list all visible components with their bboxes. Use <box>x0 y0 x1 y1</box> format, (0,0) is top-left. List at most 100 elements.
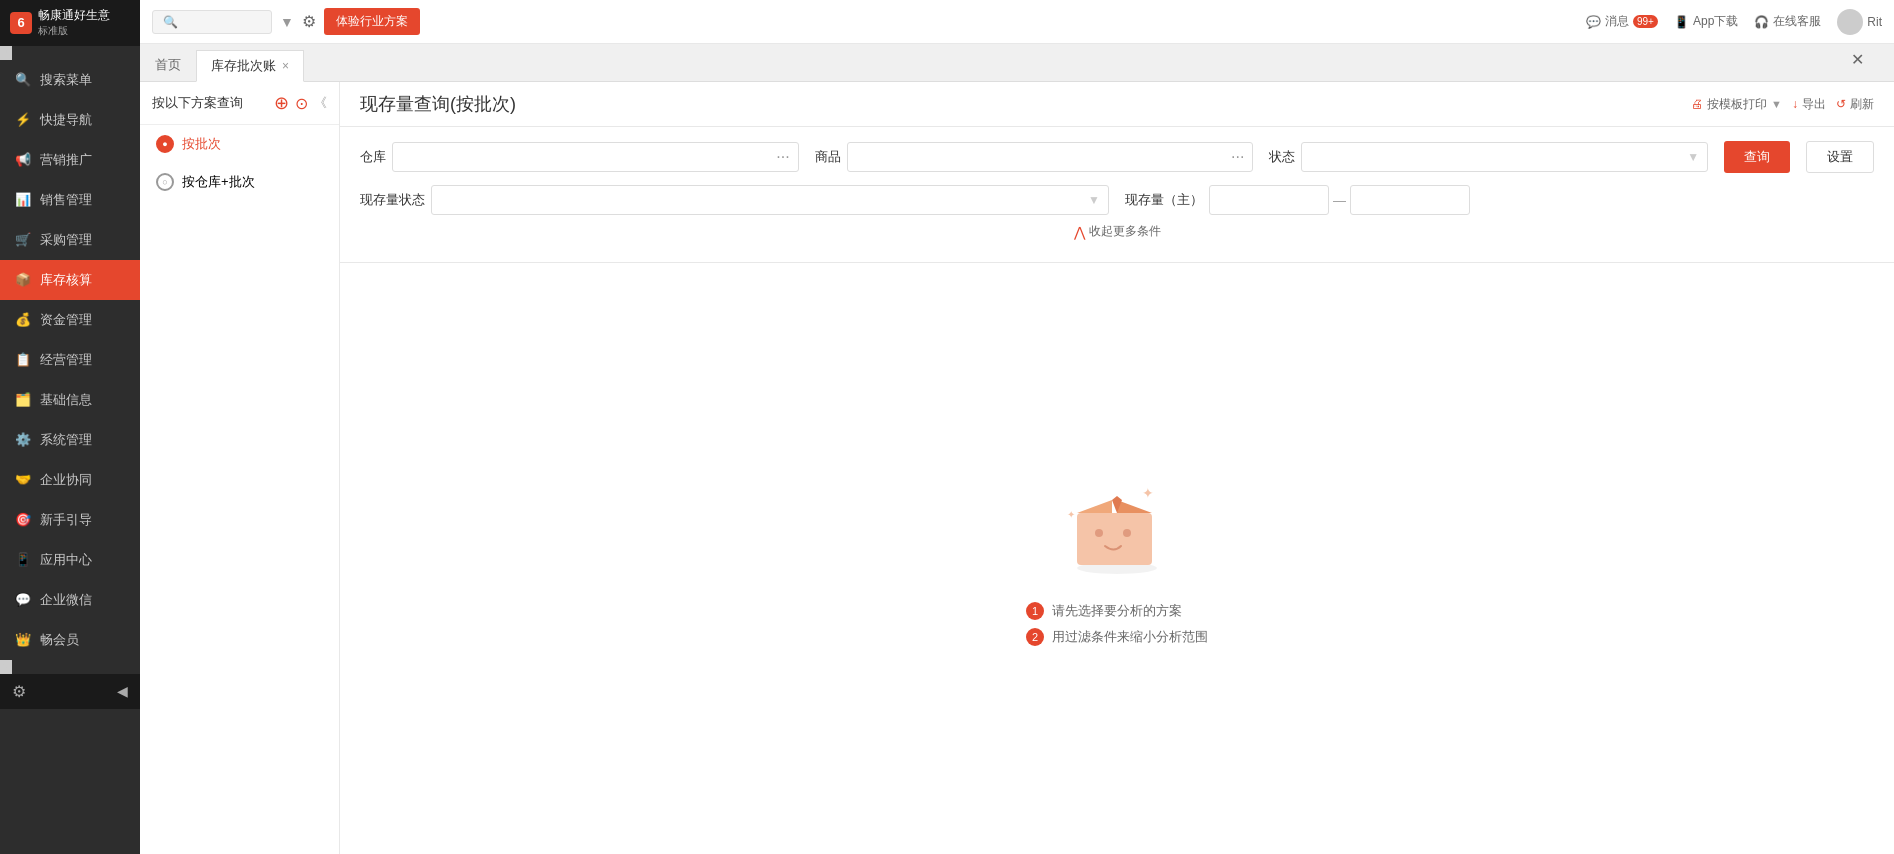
sidebar-item-search[interactable]: 🔍 搜索菜单 <box>0 60 140 100</box>
query-button[interactable]: 查询 <box>1724 141 1790 173</box>
plan-icon-warehouse-batch: ○ <box>156 173 174 191</box>
sidebar-item-collab[interactable]: 🤝 企业协同 <box>0 460 140 500</box>
refresh-button[interactable]: ↺ 刷新 <box>1836 96 1874 113</box>
sidebar-item-quicknav[interactable]: ⚡ 快捷导航 <box>0 100 140 140</box>
status-dropdown-icon: ▼ <box>1687 150 1699 164</box>
avatar <box>1837 9 1863 35</box>
sidebar-item-member[interactable]: 👑 畅会员 <box>0 620 140 660</box>
tab-home-label: 首页 <box>155 56 181 74</box>
tab-home[interactable]: 首页 <box>140 49 196 81</box>
sidebar-item-label: 经营管理 <box>40 351 92 369</box>
sidebar-item-wechat[interactable]: 💬 企业微信 <box>0 580 140 620</box>
sidebar-item-finance[interactable]: 💰 资金管理 <box>0 300 140 340</box>
topbar-dropdown-icon[interactable]: ▼ <box>280 14 294 30</box>
message-icon: 💬 <box>1586 15 1601 29</box>
page-header: 现存量查询(按批次) 🖨 按模板打印 ▼ ↓ 导出 ↺ 刷新 <box>340 82 1894 127</box>
export-button[interactable]: ↓ 导出 <box>1792 96 1826 113</box>
plan-item-batch[interactable]: ● 按批次 <box>140 125 339 163</box>
tip-text-1: 请先选择要分析的方案 <box>1052 598 1182 624</box>
quantity-filter-group: 现存量（主） — <box>1125 185 1874 215</box>
settings-icon[interactable]: ⚙ <box>12 682 26 701</box>
svg-point-2 <box>1095 529 1103 537</box>
add-plan-button[interactable]: ⊕ <box>274 92 289 114</box>
collapse-panel-icon[interactable]: 《 <box>314 94 327 112</box>
app-logo: 6 <box>10 12 32 34</box>
sidebar-item-basic[interactable]: 🗂️ 基础信息 <box>0 380 140 420</box>
collapse-label: 收起更多条件 <box>1089 223 1161 240</box>
sidebar-item-label: 应用中心 <box>40 551 92 569</box>
svg-text:✦: ✦ <box>1067 509 1075 520</box>
plan-settings-icon[interactable]: ⊙ <box>295 94 308 113</box>
sidebar-item-label: 资金管理 <box>40 311 92 329</box>
svg-text:✦: ✦ <box>1142 485 1154 501</box>
sidebar-scroll-up[interactable]: ▲ <box>0 46 12 60</box>
tab-close-icon[interactable]: × <box>282 59 289 73</box>
status-select[interactable]: ▼ <box>1301 142 1708 172</box>
search-input[interactable] <box>182 15 262 29</box>
sidebar-item-label: 采购管理 <box>40 231 92 249</box>
inventory-status-select[interactable]: ▼ <box>431 185 1109 215</box>
collapse-arrow-icon: ⋀ <box>1074 224 1085 240</box>
quantity-range: — <box>1209 185 1874 215</box>
finance-icon: 💰 <box>14 311 32 329</box>
global-close-icon[interactable]: ✕ <box>1851 50 1864 69</box>
tab-inventory-batch[interactable]: 库存批次账 × <box>196 50 304 82</box>
online-service-button[interactable]: 🎧 在线客服 <box>1754 13 1821 30</box>
sidebar: 6 畅康通好生意 标准版 ▲ 🔍 搜索菜单 ⚡ 快捷导航 📢 营销推广 📊 销售… <box>0 0 140 854</box>
quantity-label: 现存量（主） <box>1125 191 1203 209</box>
user-menu[interactable]: Rit <box>1837 9 1882 35</box>
sidebar-item-purchase[interactable]: 🛒 采购管理 <box>0 220 140 260</box>
topbar-search-box[interactable]: 🔍 <box>152 10 272 34</box>
content-area: 按以下方案查询 ⊕ ⊙ 《 ● 按批次 ○ 按仓库+批次 现存量查询(按批次) <box>140 82 1894 854</box>
settings-button[interactable]: 设置 <box>1806 141 1874 173</box>
print-dropdown-icon[interactable]: ▼ <box>1771 98 1782 110</box>
warehouse-more-icon[interactable]: ··· <box>776 148 789 166</box>
sidebar-item-inventory[interactable]: 📦 库存核算 <box>0 260 140 300</box>
collapse-sidebar-icon[interactable]: ◀ <box>117 683 128 699</box>
inventory-status-filter-group: 现存量状态 ▼ <box>360 185 1109 215</box>
settings-topbar-icon[interactable]: ⚙ <box>302 12 316 31</box>
sidebar-scroll-down[interactable]: ▼ <box>0 660 12 674</box>
left-panel: 按以下方案查询 ⊕ ⊙ 《 ● 按批次 ○ 按仓库+批次 <box>140 82 340 854</box>
messages-label: 消息 <box>1605 13 1629 30</box>
sidebar-item-label: 基础信息 <box>40 391 92 409</box>
product-filter-group: 商品 ··· <box>815 142 1254 172</box>
sales-icon: 📊 <box>14 191 32 209</box>
tabbar: 首页 库存批次账 × ✕ <box>140 44 1894 82</box>
sidebar-item-operation[interactable]: 📋 经营管理 <box>0 340 140 380</box>
sidebar-item-guide[interactable]: 🎯 新手引导 <box>0 500 140 540</box>
sidebar-item-marketing[interactable]: 📢 营销推广 <box>0 140 140 180</box>
messages-button[interactable]: 💬 消息 99+ <box>1586 13 1658 30</box>
svg-rect-1 <box>1077 513 1152 565</box>
warehouse-input[interactable]: ··· <box>392 142 799 172</box>
quantity-max-input[interactable] <box>1350 185 1470 215</box>
tip-num-2: 2 <box>1026 628 1044 646</box>
empty-state: ✦ ✦ 1 请先选择要分析的方案 2 用过滤条件来缩小分析范围 <box>340 263 1894 854</box>
product-input[interactable]: ··· <box>847 142 1254 172</box>
print-button[interactable]: 🖨 按模板打印 ▼ <box>1691 96 1782 113</box>
product-more-icon[interactable]: ··· <box>1231 148 1244 166</box>
quantity-min-input[interactable] <box>1209 185 1329 215</box>
app-download-label: App下载 <box>1693 13 1738 30</box>
app-download-button[interactable]: 📱 App下载 <box>1674 13 1738 30</box>
sidebar-item-label: 快捷导航 <box>40 111 92 129</box>
plan-icon-batch: ● <box>156 135 174 153</box>
sidebar-item-label: 库存核算 <box>40 271 92 289</box>
sidebar-item-system[interactable]: ⚙️ 系统管理 <box>0 420 140 460</box>
warehouse-filter-group: 仓库 ··· <box>360 142 799 172</box>
print-icon: 🖨 <box>1691 97 1703 111</box>
purchase-icon: 🛒 <box>14 231 32 249</box>
sidebar-item-label: 销售管理 <box>40 191 92 209</box>
export-icon: ↓ <box>1792 97 1798 111</box>
inventory-status-label: 现存量状态 <box>360 191 425 209</box>
plan-item-warehouse-batch[interactable]: ○ 按仓库+批次 <box>140 163 339 201</box>
sidebar-item-sales[interactable]: 📊 销售管理 <box>0 180 140 220</box>
sidebar-item-apps[interactable]: 📱 应用中心 <box>0 540 140 580</box>
experience-button[interactable]: 体验行业方案 <box>324 8 420 35</box>
status-filter-group: 状态 ▼ <box>1269 142 1708 172</box>
filter-row-2: 现存量状态 ▼ 现存量（主） — <box>360 185 1874 215</box>
collapse-more-button[interactable]: ⋀ 收起更多条件 <box>360 215 1874 248</box>
sidebar-item-label: 畅会员 <box>40 631 79 649</box>
phone-icon: 📱 <box>1674 15 1689 29</box>
basic-icon: 🗂️ <box>14 391 32 409</box>
